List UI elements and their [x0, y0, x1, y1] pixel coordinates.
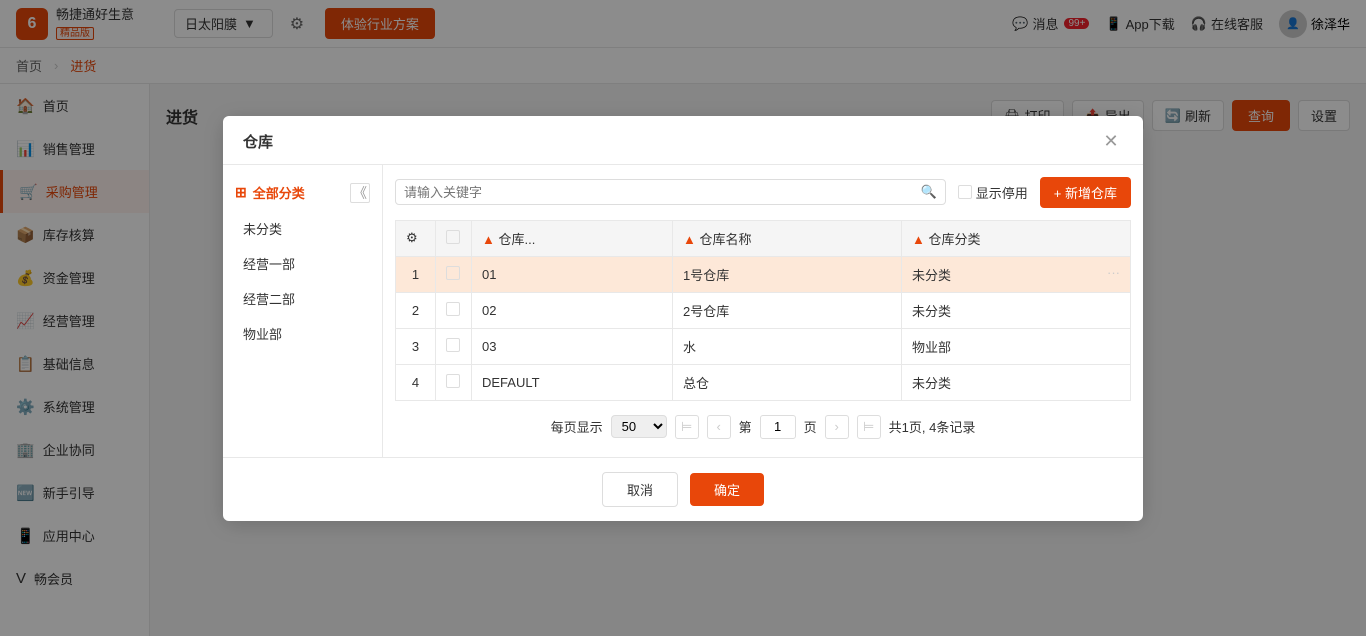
row-num: 4	[396, 364, 436, 400]
row-name: 水	[672, 328, 901, 364]
gear-icon: ⚙	[406, 230, 418, 245]
row-check[interactable]	[436, 364, 472, 400]
next-page-button[interactable]: ›	[825, 415, 849, 439]
modal-overlay: 仓库 ✕ ⊞ 全部分类 《 未分类 经营一部	[0, 0, 1366, 636]
add-warehouse-button[interactable]: + 新增仓库	[1040, 177, 1131, 208]
modal-close-button[interactable]: ✕	[1099, 130, 1123, 154]
cancel-button[interactable]: 取消	[602, 472, 678, 507]
th-category[interactable]: ▲ 仓库分类	[901, 220, 1130, 256]
table-panel: 🔍 显示停用 + 新增仓库 ⚙	[383, 165, 1143, 457]
th-check[interactable]	[436, 220, 472, 256]
table-toolbar: 🔍 显示停用 + 新增仓库	[395, 177, 1131, 208]
row-code: 02	[472, 292, 673, 328]
first-page-button[interactable]: ⊨	[675, 415, 699, 439]
row-name: 1号仓库	[672, 256, 901, 292]
category-property[interactable]: 物业部	[223, 316, 382, 351]
row-check[interactable]	[436, 292, 472, 328]
row-num: 3	[396, 328, 436, 364]
table-row[interactable]: 4 DEFAULT 总仓 未分类	[396, 364, 1131, 400]
category-unclassified[interactable]: 未分类	[223, 211, 382, 246]
table-header: ⚙ ▲ 仓库... ▲	[396, 220, 1131, 256]
sort-icon: ▲	[482, 232, 495, 247]
modal-body: ⊞ 全部分类 《 未分类 经营一部 经营二部 物业部	[223, 165, 1143, 457]
table-body: 1 01 1号仓库 未分类 ···	[396, 256, 1131, 400]
row-name: 总仓	[672, 364, 901, 400]
show-disabled-toggle[interactable]: 显示停用	[958, 183, 1028, 202]
table-row[interactable]: 1 01 1号仓库 未分类 ···	[396, 256, 1131, 292]
modal-title: 仓库	[243, 131, 273, 152]
page-number-input[interactable]	[760, 415, 796, 439]
row-check[interactable]	[436, 256, 472, 292]
confirm-button[interactable]: 确定	[690, 473, 764, 506]
warehouse-modal: 仓库 ✕ ⊞ 全部分类 《 未分类 经营一部	[223, 116, 1143, 521]
row-check[interactable]	[436, 328, 472, 364]
row-category: 物业部	[901, 328, 1130, 364]
search-box: 🔍	[395, 179, 946, 205]
category-ops2[interactable]: 经营二部	[223, 281, 382, 316]
sort-icon-name: ▲	[683, 232, 696, 247]
row-num: 1	[396, 256, 436, 292]
category-ops1[interactable]: 经营一部	[223, 246, 382, 281]
row-name: 2号仓库	[672, 292, 901, 328]
table-row[interactable]: 3 03 水 物业部	[396, 328, 1131, 364]
search-icon[interactable]: 🔍	[921, 184, 937, 200]
table-scroll-area: ⚙ ▲ 仓库... ▲	[395, 220, 1131, 401]
row-code: 01	[472, 256, 673, 292]
row-num: 2	[396, 292, 436, 328]
th-code[interactable]: ▲ 仓库...	[472, 220, 673, 256]
prev-page-button[interactable]: ‹	[707, 415, 731, 439]
modal-header: 仓库 ✕	[223, 116, 1143, 165]
row-code: DEFAULT	[472, 364, 673, 400]
row-category: 未分类 ···	[901, 256, 1130, 292]
select-all-checkbox[interactable]	[446, 230, 460, 244]
collapse-panel-button[interactable]: 《	[350, 183, 370, 203]
warehouse-table: ⚙ ▲ 仓库... ▲	[395, 220, 1131, 401]
sort-icon-cat: ▲	[912, 232, 925, 247]
th-name[interactable]: ▲ 仓库名称	[672, 220, 901, 256]
category-header: ⊞ 全部分类 《	[223, 175, 382, 211]
page-size-select[interactable]: 50 100 200	[611, 415, 667, 438]
table-row[interactable]: 2 02 2号仓库 未分类	[396, 292, 1131, 328]
category-panel: ⊞ 全部分类 《 未分类 经营一部 经营二部 物业部	[223, 165, 383, 457]
row-code: 03	[472, 328, 673, 364]
show-disabled-checkbox[interactable]	[958, 185, 972, 199]
row-category: 未分类	[901, 364, 1130, 400]
all-categories-item[interactable]: ⊞ 全部分类	[235, 183, 305, 202]
pagination-bar: 每页显示 50 100 200 ⊨ ‹ 第 页 › ⊨ 共1页, 4条记录	[395, 401, 1131, 445]
last-page-button[interactable]: ⊨	[857, 415, 881, 439]
row-action-dots[interactable]: ···	[1107, 265, 1120, 280]
table-header-row: ⚙ ▲ 仓库... ▲	[396, 220, 1131, 256]
row-category: 未分类	[901, 292, 1130, 328]
th-gear[interactable]: ⚙	[396, 220, 436, 256]
modal-footer: 取消 确定	[223, 457, 1143, 521]
search-input[interactable]	[404, 185, 921, 200]
